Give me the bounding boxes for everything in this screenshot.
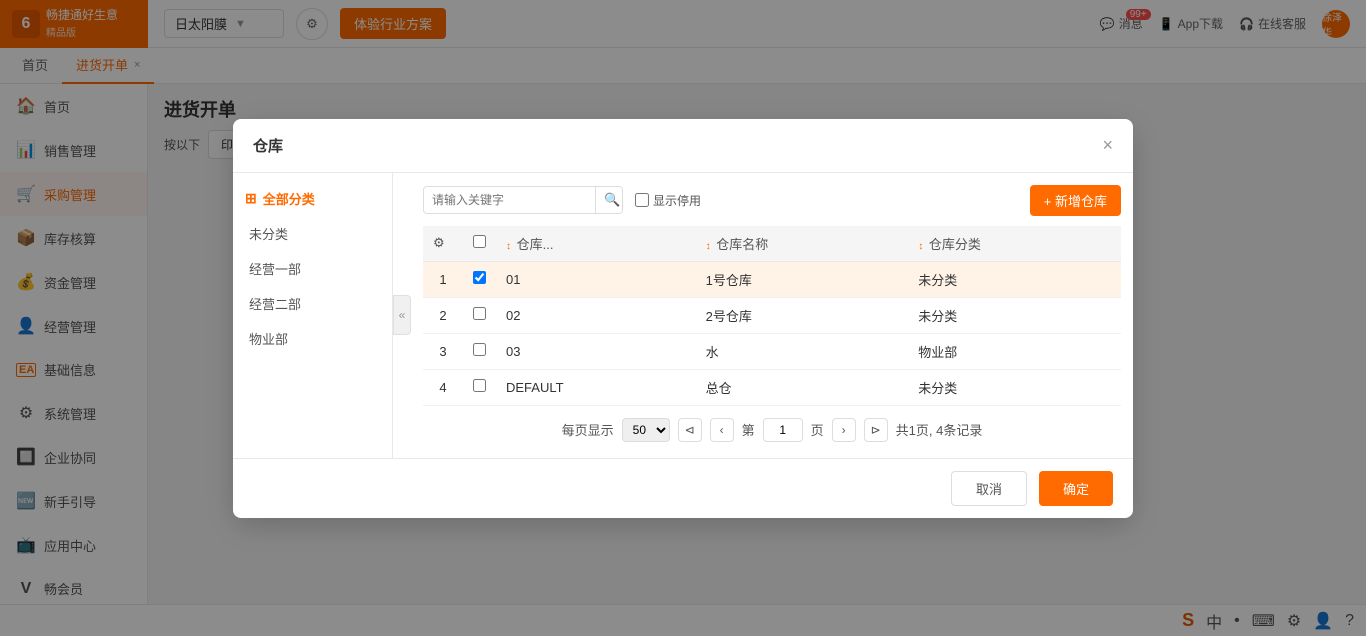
- table-container: ⚙ ↕ 仓库... ↕ 仓库名称: [423, 226, 1121, 406]
- table-panel: 🔍 显示停用 + 新增仓库 ⚙: [411, 173, 1133, 458]
- table-row[interactable]: 3 03 水 物业部: [423, 333, 1121, 369]
- row-category-3: 物业部: [908, 333, 1121, 369]
- row-num-3: 3: [423, 333, 463, 369]
- row-category-2: 未分类: [908, 297, 1121, 333]
- row-code-1: 01: [496, 261, 696, 297]
- search-icon-button[interactable]: 🔍: [595, 187, 623, 213]
- category-all-header[interactable]: ⊞ 全部分类: [233, 181, 392, 216]
- last-page-button[interactable]: ⊳: [864, 418, 888, 442]
- category-item-property[interactable]: 物业部: [233, 321, 392, 356]
- category-grid-icon: ⊞: [245, 190, 257, 207]
- table-row[interactable]: 1 01 1号仓库 未分类: [423, 261, 1121, 297]
- th-settings: ⚙: [423, 226, 463, 262]
- table-toolbar: 🔍 显示停用 + 新增仓库: [423, 185, 1121, 216]
- row-num-4: 4: [423, 369, 463, 405]
- row-checkbox-1[interactable]: [463, 261, 496, 297]
- table-row[interactable]: 4 DEFAULT 总仓 未分类: [423, 369, 1121, 405]
- row-category-1: 未分类: [908, 261, 1121, 297]
- search-input[interactable]: [424, 188, 595, 212]
- row-num-1: 1: [423, 261, 463, 297]
- table-header-row: ⚙ ↕ 仓库... ↕ 仓库名称: [423, 226, 1121, 262]
- show-disabled-checkbox[interactable]: [635, 193, 649, 207]
- dialog-body: ⊞ 全部分类 未分类 经营一部 经营二部 物业部 «: [233, 173, 1133, 458]
- next-page-button[interactable]: ›: [832, 418, 856, 442]
- row-code-4: DEFAULT: [496, 369, 696, 405]
- row-category-4: 未分类: [908, 369, 1121, 405]
- sort-icon-name: ↕: [706, 241, 711, 252]
- sort-icon: ↕: [506, 241, 511, 252]
- first-page-button[interactable]: ⊲: [678, 418, 702, 442]
- category-item-ops2[interactable]: 经营二部: [233, 286, 392, 321]
- collapse-panel-button[interactable]: «: [393, 295, 411, 335]
- dialog-header: 仓库 ×: [233, 119, 1133, 173]
- row-checkbox-4[interactable]: [463, 369, 496, 405]
- th-checkbox: [463, 226, 496, 262]
- th-category: ↕ 仓库分类: [908, 226, 1121, 262]
- row-checkbox-3[interactable]: [463, 333, 496, 369]
- warehouse-table: ⚙ ↕ 仓库... ↕ 仓库名称: [423, 226, 1121, 406]
- search-box: 🔍: [423, 186, 623, 214]
- table-row[interactable]: 2 02 2号仓库 未分类: [423, 297, 1121, 333]
- row-code-3: 03: [496, 333, 696, 369]
- warehouse-dialog: 仓库 × ⊞ 全部分类 未分类 经营一部 经营二部: [233, 119, 1133, 518]
- category-item-ops1[interactable]: 经营一部: [233, 251, 392, 286]
- prev-page-button[interactable]: ‹: [710, 418, 734, 442]
- row-name-4: 总仓: [696, 369, 909, 405]
- sort-icon-category: ↕: [918, 241, 923, 252]
- confirm-button[interactable]: 确定: [1039, 471, 1113, 506]
- row-name-1: 1号仓库: [696, 261, 909, 297]
- pagination: 每页显示 50 ⊲ ‹ 第 页 › ⊳ 共1页, 4条记录: [423, 406, 1121, 446]
- new-warehouse-button[interactable]: + 新增仓库: [1030, 185, 1121, 216]
- th-name: ↕ 仓库名称: [696, 226, 909, 262]
- category-panel: ⊞ 全部分类 未分类 经营一部 经营二部 物业部: [233, 173, 393, 458]
- row-num-2: 2: [423, 297, 463, 333]
- row-code-2: 02: [496, 297, 696, 333]
- dialog-overlay: 仓库 × ⊞ 全部分类 未分类 经营一部 经营二部: [0, 0, 1366, 636]
- row-name-3: 水: [696, 333, 909, 369]
- cancel-button[interactable]: 取消: [951, 471, 1027, 506]
- row-name-2: 2号仓库: [696, 297, 909, 333]
- row-checkbox-2[interactable]: [463, 297, 496, 333]
- dialog-footer: 取消 确定: [233, 458, 1133, 518]
- category-item-unclassified[interactable]: 未分类: [233, 216, 392, 251]
- th-code: ↕ 仓库...: [496, 226, 696, 262]
- show-disabled-label[interactable]: 显示停用: [635, 192, 701, 209]
- select-all-checkbox[interactable]: [473, 235, 486, 248]
- dialog-close-button[interactable]: ×: [1102, 135, 1113, 156]
- page-size-select[interactable]: 50: [622, 418, 670, 442]
- dialog-title: 仓库: [253, 135, 283, 156]
- page-number-input[interactable]: [763, 418, 803, 442]
